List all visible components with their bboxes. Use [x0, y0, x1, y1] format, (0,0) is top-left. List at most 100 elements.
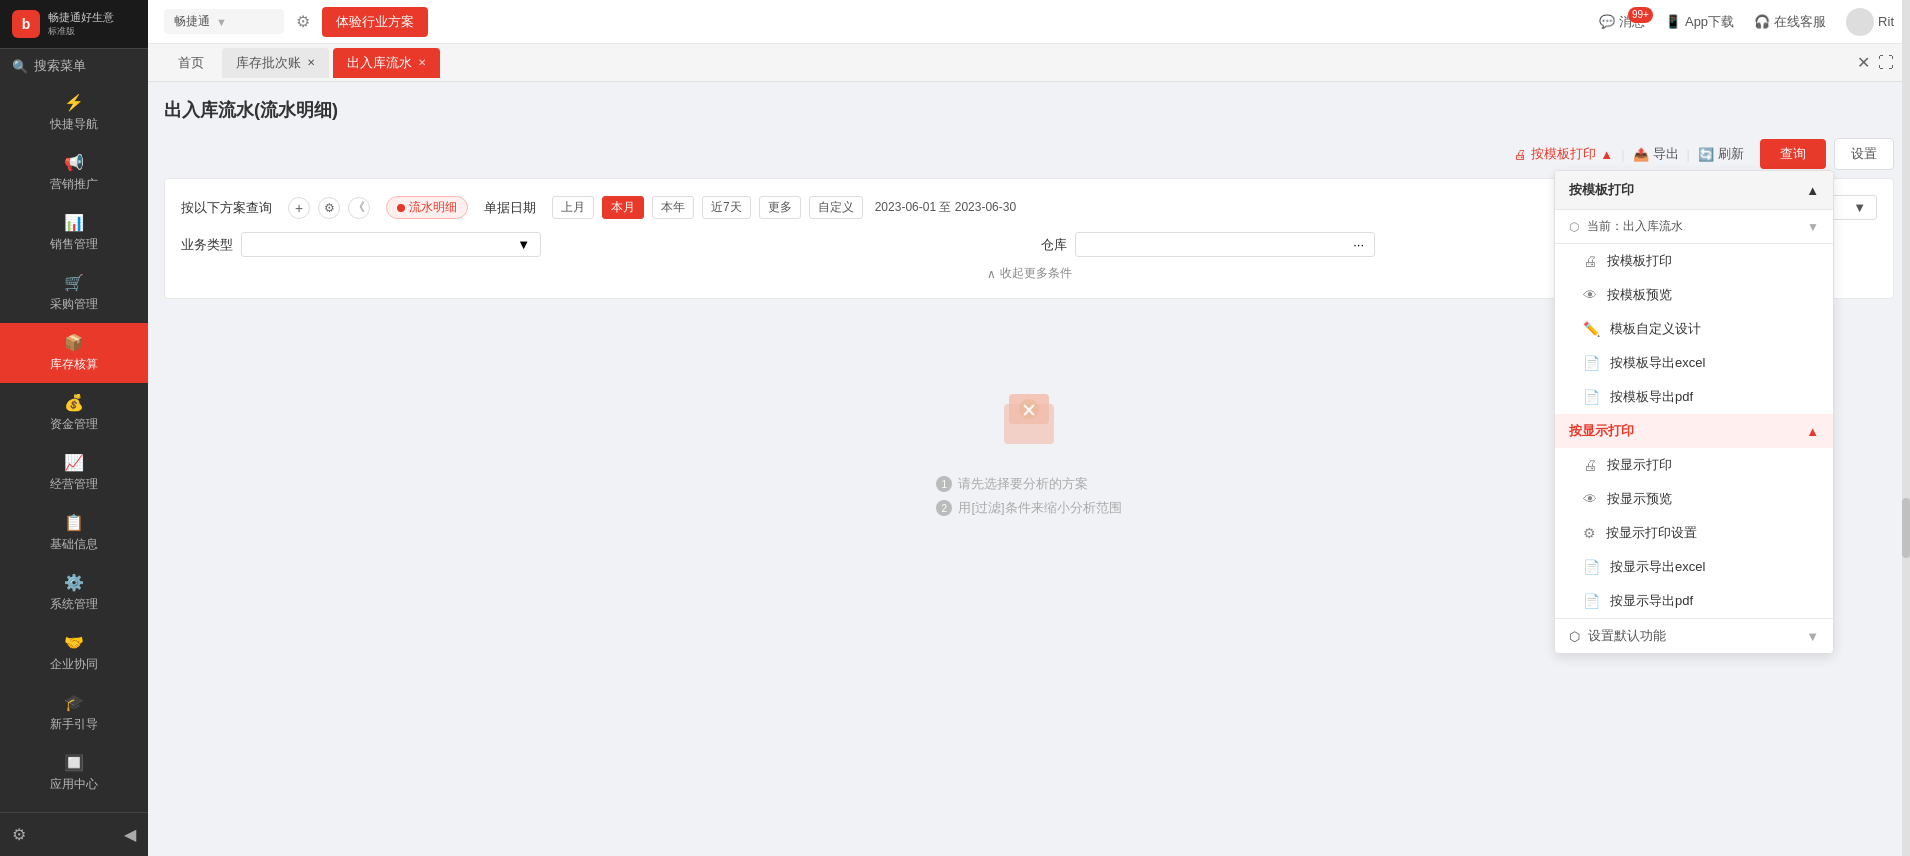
- online-service-label: 在线客服: [1774, 13, 1826, 31]
- sidebar-item-guide[interactable]: 🎓 新手引导: [0, 683, 148, 743]
- print-expand-icon: ▲: [1600, 147, 1613, 162]
- message-badge: 99+: [1628, 7, 1653, 23]
- sidebar-item-sales[interactable]: 📊 销售管理: [0, 203, 148, 263]
- dropdown-item-label: 按模板导出pdf: [1610, 388, 1693, 406]
- sidebar-item-inventory[interactable]: 📦 库存核算: [0, 323, 148, 383]
- close-tab-flow-detail[interactable]: ✕: [418, 57, 426, 68]
- sidebar-item-quick-nav[interactable]: ⚡ 快捷导航: [0, 83, 148, 143]
- print-template-button[interactable]: 🖨 按模板打印 ▲: [1514, 145, 1613, 163]
- filter-actions: + ⚙ 《: [288, 197, 370, 219]
- settings-bottom-icon[interactable]: ⚙: [12, 825, 26, 844]
- dropdown-item-template-pdf[interactable]: 📄 按模板导出pdf: [1555, 380, 1833, 414]
- settings-icon[interactable]: ⚙: [296, 12, 310, 31]
- content-toolbar: 🖨 按模板打印 ▲ | 📤 导出 | 🔄 刷新 按模板打印 ▲: [164, 138, 1894, 170]
- filter-collapse-button[interactable]: 《: [348, 197, 370, 219]
- app-name: 畅捷通好生意: [48, 10, 114, 24]
- dropdown-item-display-pdf[interactable]: 📄 按显示导出pdf: [1555, 584, 1833, 618]
- export-icon: 📤: [1633, 147, 1649, 162]
- dropdown-item-display-excel[interactable]: 📄 按显示导出excel: [1555, 550, 1833, 584]
- home-tab-label: 首页: [178, 54, 204, 72]
- online-service-button[interactable]: 🎧 在线客服: [1754, 13, 1826, 31]
- sidebar-item-basic-info[interactable]: 📋 基础信息: [0, 503, 148, 563]
- tabbar-controls: ✕ ⛶: [1857, 53, 1894, 72]
- finance-icon: 💰: [64, 393, 84, 412]
- sidebar-item-app-center[interactable]: 🔲 应用中心: [0, 743, 148, 803]
- template-preview-icon: 👁: [1583, 287, 1597, 303]
- template-custom-icon: ✏️: [1583, 321, 1600, 337]
- footer-arrow: ▼: [1806, 629, 1819, 644]
- search-menu[interactable]: 🔍 搜索菜单: [0, 49, 148, 83]
- marketing-icon: 📢: [64, 153, 84, 172]
- display-print-group[interactable]: 按显示打印 ▲: [1555, 414, 1833, 448]
- collapse-sidebar-icon[interactable]: ◀: [124, 825, 136, 844]
- sidebar-item-corp-wechat[interactable]: 💬 企业微信: [0, 803, 148, 812]
- collapse-label: 收起更多条件: [1000, 265, 1072, 282]
- dropdown-item-label: 按显示导出pdf: [1610, 592, 1693, 610]
- dropdown-current-label: 当前：出入库流水: [1587, 218, 1683, 235]
- display-pdf-icon: 📄: [1583, 593, 1600, 609]
- user-selector[interactable]: 畅捷通 ▼: [164, 9, 284, 34]
- app-download-icon: 📱: [1665, 14, 1681, 29]
- user-text: 畅捷通: [174, 13, 210, 30]
- sidebar-item-marketing[interactable]: 📢 营销推广: [0, 143, 148, 203]
- message-button[interactable]: 💬 消息 99+: [1599, 13, 1645, 31]
- dropdown-item-template-preview[interactable]: 👁 按模板预览: [1555, 278, 1833, 312]
- tab-home[interactable]: 首页: [164, 48, 218, 78]
- date-btn-more[interactable]: 更多: [759, 196, 801, 219]
- sidebar-item-collab[interactable]: 🤝 企业协同: [0, 623, 148, 683]
- refresh-label: 刷新: [1718, 145, 1744, 163]
- close-all-tabs-button[interactable]: ✕: [1857, 53, 1870, 72]
- date-btn-7days[interactable]: 近7天: [702, 196, 751, 219]
- dropdown-item-display-settings[interactable]: ⚙ 按显示打印设置: [1555, 516, 1833, 550]
- date-btn-this-month[interactable]: 本月: [602, 196, 644, 219]
- dropdown-footer[interactable]: ⬡ 设置默认功能 ▼: [1555, 618, 1833, 653]
- print-icon: 🖨: [1514, 147, 1527, 162]
- dropdown-item-print-template[interactable]: 🖨 按模板打印: [1555, 244, 1833, 278]
- maximize-button[interactable]: ⛶: [1878, 53, 1894, 72]
- filter-settings-button[interactable]: ⚙: [318, 197, 340, 219]
- dropdown-expand-icon[interactable]: ▲: [1806, 183, 1819, 198]
- export-button[interactable]: 📤 导出: [1633, 145, 1679, 163]
- export-label: 导出: [1653, 145, 1679, 163]
- dropdown-arrow: ▼: [1807, 220, 1819, 234]
- right-scroll-handle[interactable]: [1902, 0, 1910, 856]
- dropdown-item-label: 按显示导出excel: [1610, 558, 1705, 576]
- sidebar-nav: ⚡ 快捷导航 📢 营销推广 📊 销售管理 🛒 采购管理 📦 库存核算 💰 资金管…: [0, 83, 148, 812]
- sidebar-item-label: 营销推广: [50, 176, 98, 193]
- sidebar-item-label: 采购管理: [50, 296, 98, 313]
- dropdown-item-template-excel[interactable]: 📄 按模板导出excel: [1555, 346, 1833, 380]
- empty-tip-2: 2 用[过滤]条件来缩小分析范围: [936, 499, 1121, 517]
- sidebar-item-finance[interactable]: 💰 资金管理: [0, 383, 148, 443]
- date-btn-last-month[interactable]: 上月: [552, 196, 594, 219]
- query-button[interactable]: 查询: [1760, 139, 1826, 169]
- dropdown-item-display-print[interactable]: 🖨 按显示打印: [1555, 448, 1833, 482]
- dropdown-item-label: 按显示预览: [1607, 490, 1672, 508]
- search-menu-label: 搜索菜单: [34, 57, 86, 75]
- sidebar-item-label: 快捷导航: [50, 116, 98, 133]
- settings-button[interactable]: 设置: [1834, 138, 1894, 170]
- sidebar-item-system[interactable]: ⚙️ 系统管理: [0, 563, 148, 623]
- date-btn-custom[interactable]: 自定义: [809, 196, 863, 219]
- industry-solution-button[interactable]: 体验行业方案: [322, 7, 428, 37]
- empty-illustration: [989, 379, 1069, 459]
- date-btn-this-year[interactable]: 本年: [652, 196, 694, 219]
- tab-flow-detail[interactable]: 出入库流水 ✕: [333, 48, 440, 78]
- close-tab-batch-account[interactable]: ✕: [307, 57, 315, 68]
- sidebar-item-purchase[interactable]: 🛒 采购管理: [0, 263, 148, 323]
- add-filter-button[interactable]: +: [288, 197, 310, 219]
- user-dropdown-icon: ▼: [216, 16, 227, 28]
- sidebar-item-operations[interactable]: 📈 经营管理: [0, 443, 148, 503]
- app-download-button[interactable]: 📱 App下载: [1665, 13, 1734, 31]
- business-type-input[interactable]: ▼: [241, 232, 541, 257]
- tab-batch-account[interactable]: 库存批次账 ✕: [222, 48, 329, 78]
- main-area: 畅捷通 ▼ ⚙ 体验行业方案 💬 消息 99+ 📱 App下载 🎧 在线客服 R…: [148, 0, 1910, 856]
- user-avatar-button[interactable]: Rit: [1846, 8, 1894, 36]
- display-excel-icon: 📄: [1583, 559, 1600, 575]
- refresh-button[interactable]: 🔄 刷新: [1698, 145, 1744, 163]
- dropdown-item-template-custom[interactable]: ✏️ 模板自定义设计: [1555, 312, 1833, 346]
- dropdown-item-display-preview[interactable]: 👁 按显示预览: [1555, 482, 1833, 516]
- warehouse-label: 仓库: [1041, 236, 1067, 254]
- warehouse-input[interactable]: ···: [1075, 232, 1375, 257]
- business-type-dropdown-icon: ▼: [517, 237, 530, 252]
- collapse-more-button[interactable]: ∧ 收起更多条件: [987, 265, 1072, 282]
